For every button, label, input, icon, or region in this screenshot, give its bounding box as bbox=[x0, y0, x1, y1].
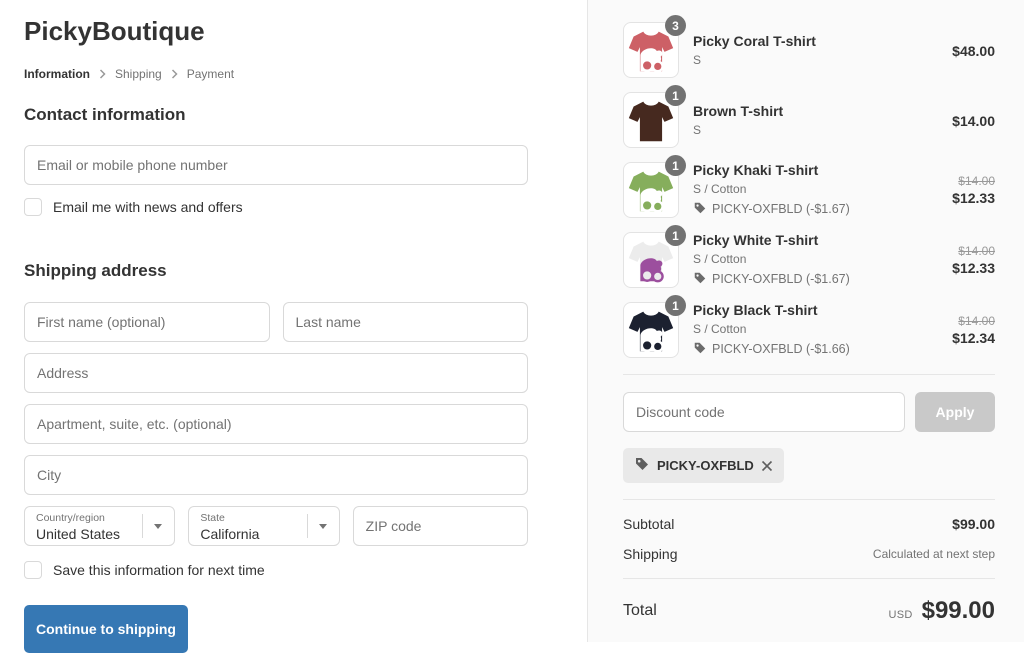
chevron-down-icon bbox=[318, 523, 327, 529]
order-item-row: 1 Picky Black T-shirt S / Cotton PICKY-O… bbox=[623, 295, 995, 358]
product-price: $12.33 bbox=[952, 190, 995, 206]
save-info-checkbox[interactable] bbox=[24, 561, 42, 579]
email-input[interactable] bbox=[24, 145, 528, 185]
divider bbox=[623, 499, 995, 500]
line-discount-label: PICKY-OXFBLD (-$1.66) bbox=[712, 342, 850, 357]
quantity-badge: 1 bbox=[665, 155, 686, 176]
product-variant: S bbox=[693, 122, 702, 137]
quantity-badge: 1 bbox=[665, 225, 686, 246]
line-discount-label: PICKY-OXFBLD (-$1.67) bbox=[712, 202, 850, 217]
product-thumbnail: 1 bbox=[623, 85, 686, 148]
first-name-input[interactable] bbox=[24, 302, 270, 342]
product-price: $48.00 bbox=[952, 43, 995, 59]
save-info-label: Save this information for next time bbox=[53, 562, 265, 578]
total-value: $99.00 bbox=[921, 597, 995, 624]
tag-icon bbox=[693, 271, 707, 288]
chevron-right-icon bbox=[171, 69, 178, 79]
grand-total-row: Total USD $99.00 bbox=[623, 597, 995, 625]
order-item-row: 3 Picky Coral T-shirt S $48.00 bbox=[623, 15, 995, 78]
divider bbox=[623, 374, 995, 375]
product-title: Picky Khaki T-shirt bbox=[693, 162, 819, 179]
last-name-input[interactable] bbox=[282, 302, 528, 342]
chevron-down-icon bbox=[154, 523, 163, 529]
quantity-badge: 1 bbox=[665, 85, 686, 106]
divider bbox=[623, 578, 995, 579]
product-thumbnail: 3 bbox=[623, 15, 686, 78]
tag-icon bbox=[693, 341, 707, 358]
product-title: Picky Black T-shirt bbox=[693, 302, 818, 319]
country-select[interactable]: Country/region United States bbox=[24, 506, 176, 546]
quantity-badge: 1 bbox=[665, 295, 686, 316]
continue-to-shipping-button[interactable]: Continue to shipping bbox=[24, 605, 188, 653]
contact-section: Contact information Email me with news a… bbox=[24, 105, 528, 216]
shipping-section: Shipping address Country/region United S… bbox=[24, 261, 528, 653]
breadcrumb: Information Shipping Payment bbox=[24, 67, 528, 81]
shipping-label: Shipping bbox=[623, 546, 678, 562]
applied-discount-chip: PICKY-OXFBLD bbox=[623, 448, 784, 483]
order-item-row: 1 Picky Khaki T-shirt S / Cotton PICKY-O… bbox=[623, 155, 995, 218]
state-select[interactable]: State California bbox=[188, 506, 340, 546]
remove-discount-icon[interactable] bbox=[761, 460, 773, 472]
city-input[interactable] bbox=[24, 455, 528, 495]
compare-at-price: $14.00 bbox=[958, 174, 995, 188]
shipping-heading: Shipping address bbox=[24, 261, 167, 280]
apply-discount-button[interactable]: Apply bbox=[915, 392, 995, 432]
store-title: PickyBoutique bbox=[24, 16, 205, 46]
country-select-value: United States bbox=[36, 525, 121, 542]
product-variant: S bbox=[693, 52, 702, 67]
state-select-label: State bbox=[200, 512, 225, 524]
applied-discount-code: PICKY-OXFBLD bbox=[657, 458, 754, 473]
select-divider bbox=[306, 514, 308, 538]
order-summary-panel: 3 Picky Coral T-shirt S $48.00 1 Brown T… bbox=[587, 0, 1024, 642]
product-thumbnail: 1 bbox=[623, 295, 686, 358]
tag-icon bbox=[693, 201, 707, 218]
newsletter-label: Email me with news and offers bbox=[53, 199, 243, 215]
order-item-row: 1 Picky White T-shirt S / Cotton PICKY-O… bbox=[623, 225, 995, 288]
compare-at-price: $14.00 bbox=[958, 244, 995, 258]
select-divider bbox=[142, 514, 144, 538]
discount-code-input[interactable] bbox=[623, 392, 905, 432]
contact-heading: Contact information bbox=[24, 105, 186, 124]
product-variant: S / Cotton bbox=[693, 181, 747, 196]
product-price: $12.33 bbox=[952, 260, 995, 276]
product-price: $12.34 bbox=[952, 330, 995, 346]
breadcrumb-shipping: Shipping bbox=[115, 67, 162, 81]
product-variant: S / Cotton bbox=[693, 251, 747, 266]
zip-code-input[interactable] bbox=[352, 506, 528, 546]
breadcrumb-information: Information bbox=[24, 67, 90, 81]
product-variant: S / Cotton bbox=[693, 321, 747, 336]
product-title: Brown T-shirt bbox=[693, 103, 784, 120]
shipping-value: Calculated at next step bbox=[872, 547, 995, 561]
apartment-input[interactable] bbox=[24, 404, 528, 444]
compare-at-price: $14.00 bbox=[958, 314, 995, 328]
line-discount-label: PICKY-OXFBLD (-$1.67) bbox=[712, 272, 850, 287]
country-select-label: Country/region bbox=[36, 512, 105, 524]
currency-code: USD bbox=[888, 609, 913, 621]
order-item-row: 1 Brown T-shirt S $14.00 bbox=[623, 85, 995, 148]
total-label: Total bbox=[623, 602, 657, 619]
totals-section: Subtotal $99.00 Shipping Calculated at n… bbox=[623, 516, 995, 562]
breadcrumb-payment: Payment bbox=[186, 67, 235, 81]
address-input[interactable] bbox=[24, 353, 528, 393]
product-price: $14.00 bbox=[952, 113, 995, 129]
tag-icon bbox=[634, 456, 650, 475]
product-title: Picky White T-shirt bbox=[693, 232, 819, 249]
quantity-badge: 3 bbox=[665, 15, 686, 36]
chevron-right-icon bbox=[99, 69, 106, 79]
newsletter-checkbox[interactable] bbox=[24, 198, 42, 216]
state-select-value: California bbox=[200, 525, 260, 542]
checkout-form-panel: PickyBoutique Information Shipping Payme… bbox=[0, 0, 587, 653]
product-title: Picky Coral T-shirt bbox=[693, 33, 816, 50]
subtotal-value: $99.00 bbox=[952, 516, 995, 532]
product-thumbnail: 1 bbox=[623, 225, 686, 288]
subtotal-label: Subtotal bbox=[623, 516, 675, 532]
product-thumbnail: 1 bbox=[623, 155, 686, 218]
